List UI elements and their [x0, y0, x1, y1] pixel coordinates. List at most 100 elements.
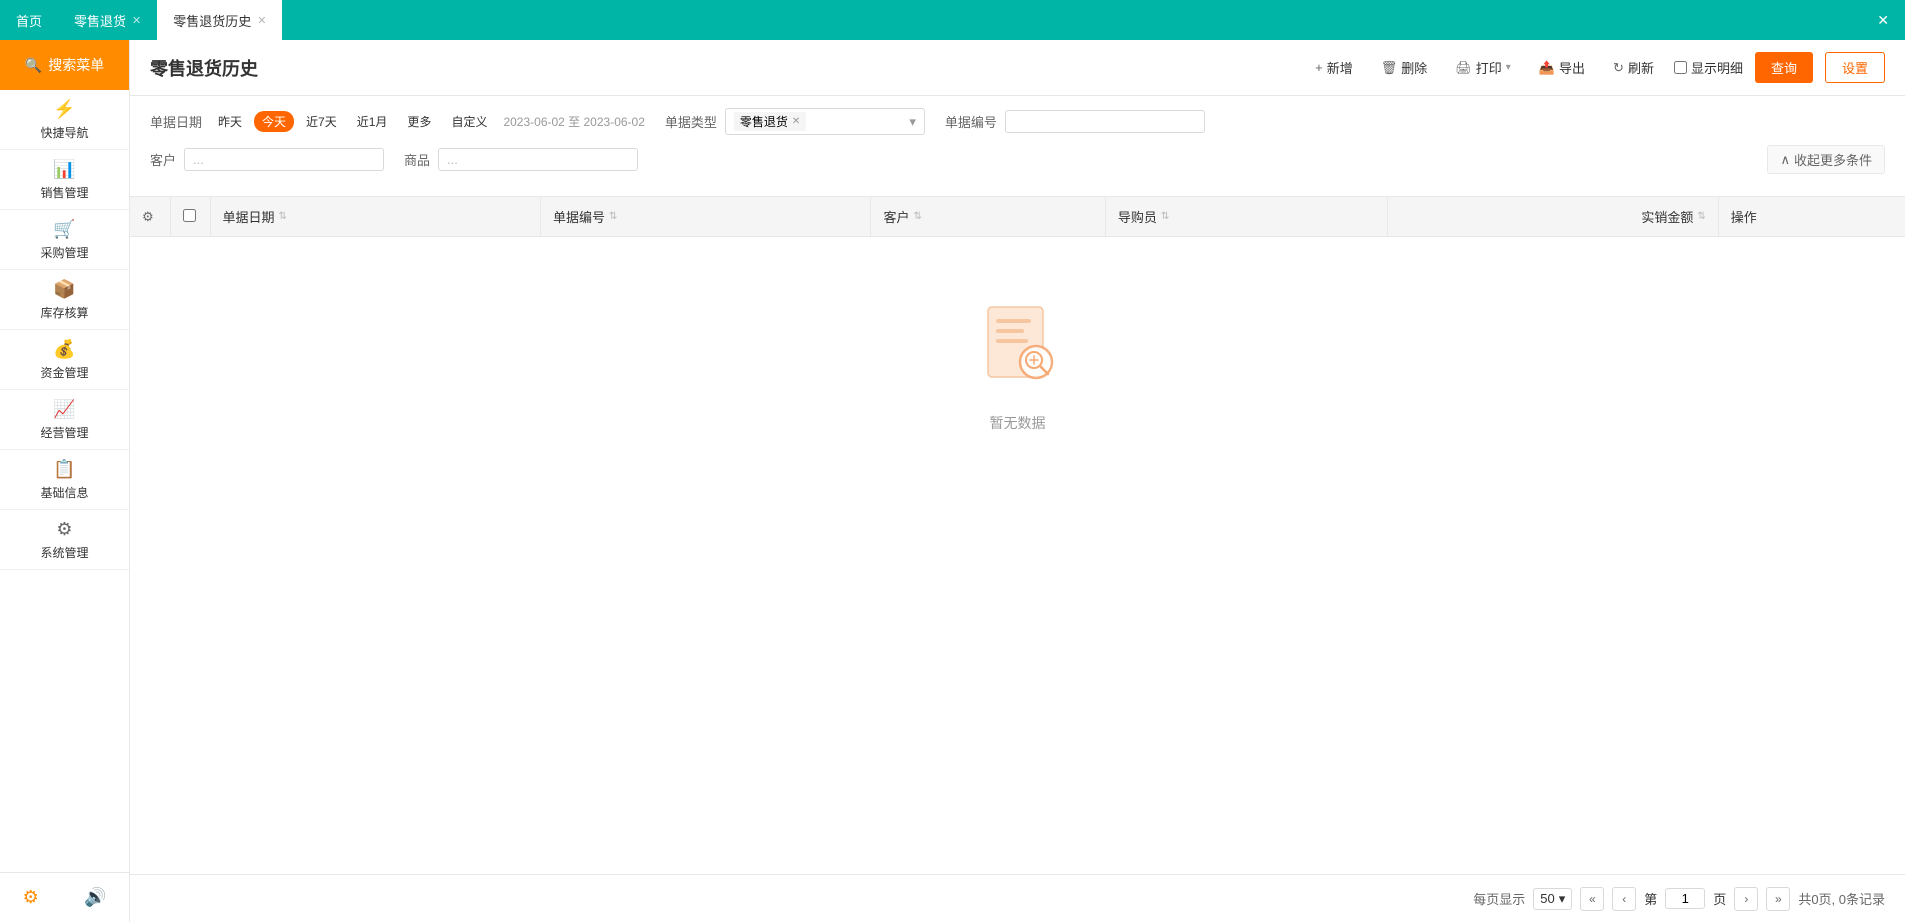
- refresh-button[interactable]: ↻ 刷新: [1605, 54, 1662, 81]
- page-size-label: 每页显示: [1473, 889, 1525, 908]
- filter-doc-type-close[interactable]: ✕: [792, 116, 800, 127]
- sort-guide-icon: ⇅: [1161, 211, 1169, 222]
- collapse-label: 收起更多条件: [1794, 150, 1872, 169]
- show-detail-toggle[interactable]: 显示明细: [1674, 58, 1743, 77]
- toolbar: + 新增 🗑 删除 🖨 打印 ▾ 📤 导出 ↻ 刷: [1307, 52, 1885, 83]
- export-label: 导出: [1559, 58, 1585, 77]
- prev-page-button[interactable]: ‹: [1612, 887, 1636, 911]
- print-icon: 🖨: [1455, 60, 1472, 76]
- th-guide: 导购员 ⇅: [1105, 197, 1387, 237]
- filter-customer: 客户 ...: [150, 148, 384, 171]
- filter-doc-type-value: 零售退货: [740, 113, 788, 130]
- sidebar-item-finance[interactable]: 💰 资金管理: [0, 330, 129, 390]
- sort-doc-date[interactable]: 单据日期 ⇅: [223, 207, 528, 226]
- table-select-all[interactable]: [183, 209, 196, 222]
- tab-home[interactable]: 首页: [0, 0, 58, 40]
- top-nav-close[interactable]: ✕: [1877, 12, 1905, 29]
- filter-goods-placeholder: ...: [447, 152, 458, 167]
- sidebar-item-quick-nav[interactable]: ⚡ 快捷导航: [0, 90, 129, 150]
- main-layout: 🔍 搜索菜单 ⚡ 快捷导航 📊 销售管理 🛒 采购管理 📦 库存核算 💰: [0, 40, 1905, 922]
- new-button[interactable]: + 新增: [1307, 54, 1361, 81]
- filter-doc-type-arrow: ▾: [909, 114, 916, 130]
- finance-icon: 💰: [53, 339, 75, 360]
- table-header-row: ⚙ 单据日期 ⇅: [130, 197, 1905, 237]
- th-doc-date-label: 单据日期: [223, 207, 275, 226]
- setting-button[interactable]: 设置: [1825, 52, 1885, 83]
- sort-amount[interactable]: 实销金额 ⇅: [1400, 207, 1705, 226]
- date-btn-today[interactable]: 今天: [254, 111, 294, 132]
- sort-doc-no-icon: ⇅: [609, 211, 617, 222]
- tab-retail-return-label: 零售退货: [74, 11, 126, 30]
- operations-icon: 📈: [53, 399, 75, 420]
- footer-volume-icon[interactable]: 🔊: [84, 887, 106, 908]
- tab-retail-return[interactable]: 零售退货 ✕: [58, 0, 157, 40]
- filter-customer-input[interactable]: ...: [184, 148, 384, 171]
- page-size-select[interactable]: 50 ▾: [1533, 888, 1572, 910]
- next-page-button[interactable]: ›: [1734, 887, 1758, 911]
- sidebar-item-system-mgmt-label: 系统管理: [40, 544, 88, 561]
- sort-customer[interactable]: 客户 ⇅: [883, 207, 1092, 226]
- filter-doc-type-select[interactable]: 零售退货 ✕ ▾: [725, 108, 925, 135]
- sidebar-item-base-info[interactable]: 📋 基础信息: [0, 450, 129, 510]
- sidebar-item-sales-mgmt[interactable]: 📊 销售管理: [0, 150, 129, 210]
- print-button[interactable]: 🖨 打印 ▾: [1447, 54, 1519, 81]
- page-input[interactable]: [1665, 888, 1705, 909]
- sales-mgmt-icon: 📊: [53, 159, 75, 180]
- date-btn-month[interactable]: 近1月: [349, 111, 396, 132]
- export-button[interactable]: 📤 导出: [1531, 54, 1593, 81]
- date-btn-custom[interactable]: 自定义: [443, 111, 495, 132]
- tab-retail-return-history[interactable]: 零售退货历史 ✕: [157, 0, 282, 40]
- th-guide-label: 导购员: [1118, 207, 1157, 226]
- empty-state: 暂无数据: [130, 237, 1905, 493]
- collapse-icon: ∧: [1780, 152, 1790, 168]
- base-info-icon: 📋: [53, 459, 75, 480]
- date-btn-more[interactable]: 更多: [399, 111, 439, 132]
- data-table: ⚙ 单据日期 ⇅: [130, 197, 1905, 237]
- sort-guide[interactable]: 导购员 ⇅: [1118, 207, 1375, 226]
- quick-nav-icon: ⚡: [53, 99, 75, 120]
- delete-icon: 🗑: [1381, 60, 1398, 76]
- page-suffix: 页: [1713, 889, 1726, 908]
- filter-customer-placeholder: ...: [193, 152, 204, 167]
- sidebar-item-quick-nav-label: 快捷导航: [40, 124, 88, 141]
- collapse-button[interactable]: ∧ 收起更多条件: [1767, 145, 1885, 174]
- system-mgmt-icon: ⚙: [56, 519, 72, 540]
- new-icon: +: [1315, 60, 1323, 75]
- column-setting-icon[interactable]: ⚙: [142, 209, 154, 224]
- filter-doc-type: 单据类型 零售退货 ✕ ▾: [665, 108, 925, 135]
- table-area: ⚙ 单据日期 ⇅: [130, 197, 1905, 922]
- last-page-button[interactable]: »: [1766, 887, 1790, 911]
- new-label: 新增: [1327, 58, 1353, 77]
- sidebar-item-finance-label: 资金管理: [40, 364, 88, 381]
- first-page-button[interactable]: «: [1580, 887, 1604, 911]
- filter-goods: 商品 ...: [404, 148, 638, 171]
- sidebar-item-base-info-label: 基础信息: [40, 484, 88, 501]
- sidebar-item-inventory-label: 库存核算: [40, 304, 88, 321]
- sidebar-items: ⚡ 快捷导航 📊 销售管理 🛒 采购管理 📦 库存核算 💰 资金管理 📈: [0, 90, 129, 872]
- sidebar-item-inventory[interactable]: 📦 库存核算: [0, 270, 129, 330]
- page-header: 零售退货历史 + 新增 🗑 删除 🖨 打印 ▾ 📤 导出: [130, 40, 1905, 96]
- search-menu[interactable]: 🔍 搜索菜单: [0, 40, 129, 90]
- date-btn-week[interactable]: 近7天: [298, 111, 345, 132]
- show-detail-checkbox[interactable]: [1674, 61, 1687, 74]
- sort-customer-icon: ⇅: [913, 211, 921, 222]
- sidebar-item-operations-label: 经营管理: [40, 424, 88, 441]
- sort-doc-no[interactable]: 单据编号 ⇅: [553, 207, 858, 226]
- tab-retail-return-history-close[interactable]: ✕: [257, 14, 266, 27]
- filter-doc-type-tag: 零售退货 ✕: [734, 112, 806, 131]
- sidebar-item-purchase-mgmt[interactable]: 🛒 采购管理: [0, 210, 129, 270]
- filter-doc-type-label: 单据类型: [665, 112, 717, 131]
- filter-row-1: 单据日期 昨天 今天 近7天 近1月 更多 自定义 2023-06-02 至 2…: [150, 108, 1885, 135]
- date-btn-yesterday[interactable]: 昨天: [210, 111, 250, 132]
- filter-doc-no-input[interactable]: [1005, 110, 1205, 133]
- pagination: 每页显示 50 ▾ « ‹ 第 页 › » 共0页, 0条记录: [130, 874, 1905, 922]
- filter-goods-input[interactable]: ...: [438, 148, 638, 171]
- sidebar: 🔍 搜索菜单 ⚡ 快捷导航 📊 销售管理 🛒 采购管理 📦 库存核算 💰: [0, 40, 130, 922]
- sidebar-item-operations[interactable]: 📈 经营管理: [0, 390, 129, 450]
- tab-retail-return-close[interactable]: ✕: [132, 14, 141, 27]
- refresh-label: 刷新: [1628, 58, 1654, 77]
- footer-settings-icon[interactable]: ⚙: [23, 887, 39, 908]
- query-button[interactable]: 查询: [1755, 52, 1813, 83]
- delete-button[interactable]: 🗑 删除: [1373, 54, 1436, 81]
- sidebar-item-system-mgmt[interactable]: ⚙ 系统管理: [0, 510, 129, 570]
